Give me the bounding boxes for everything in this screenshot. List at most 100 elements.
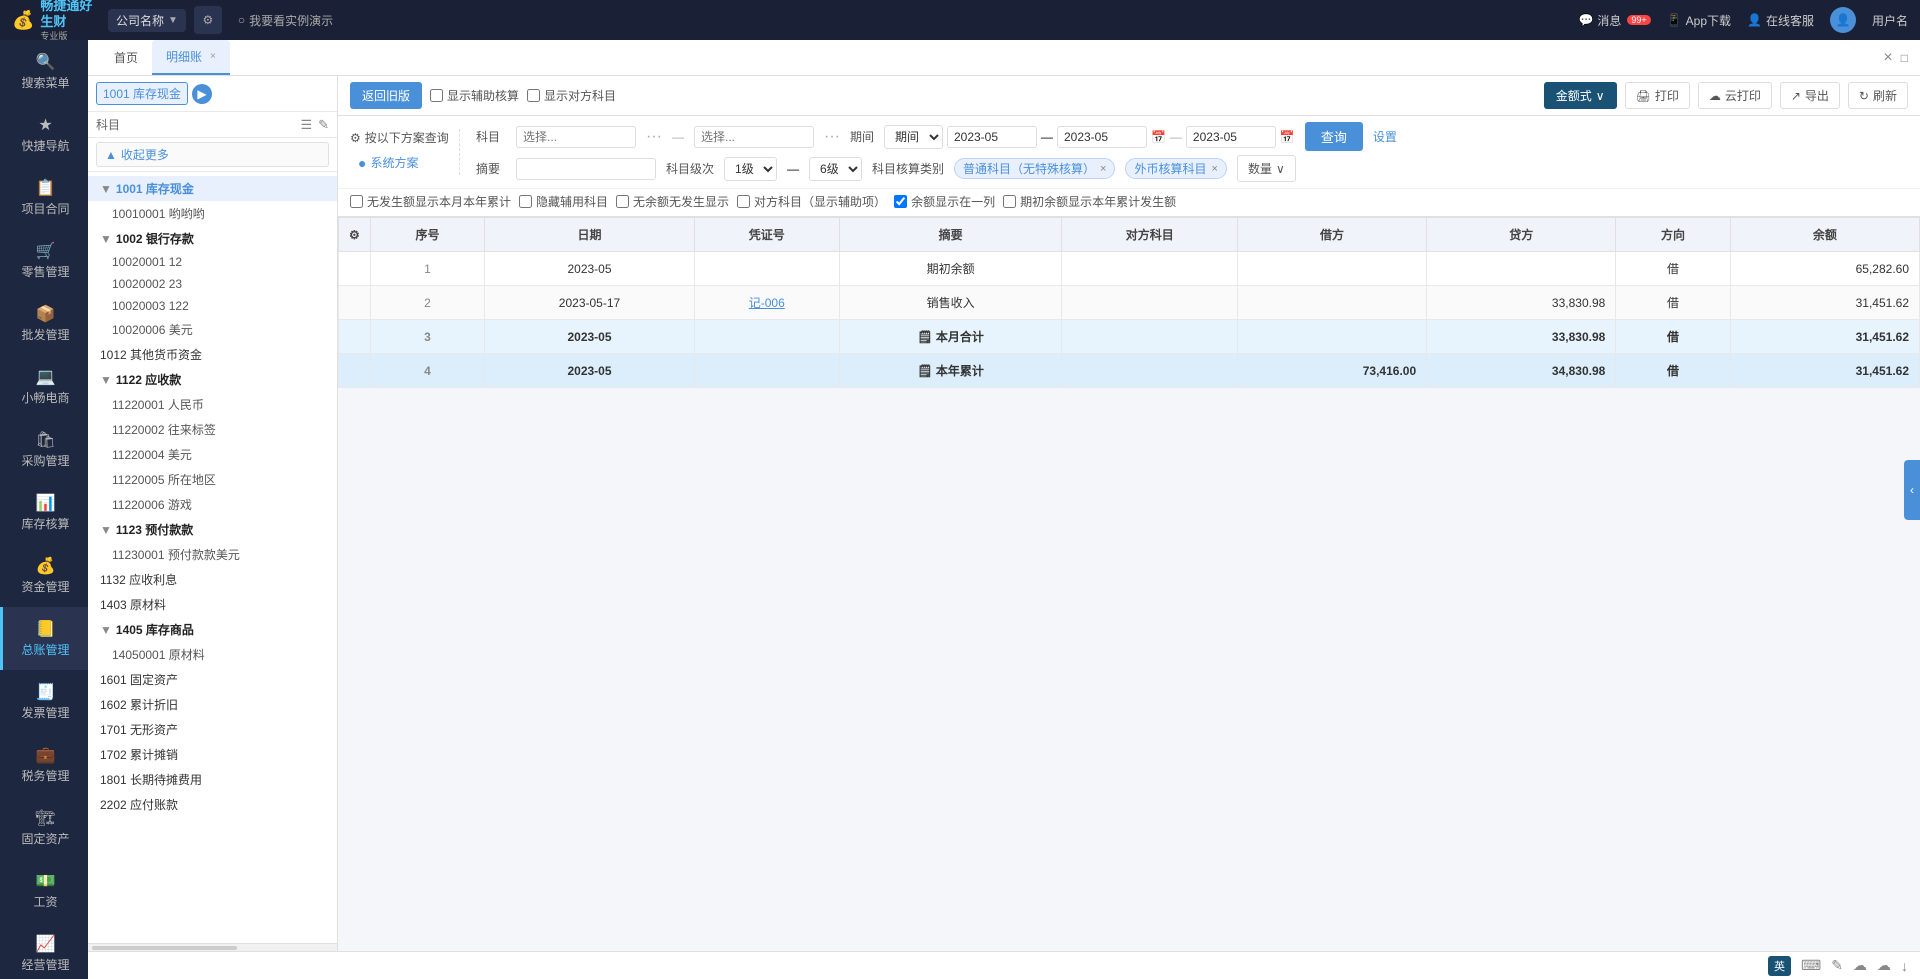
export-btn[interactable]: ↗ 导出 — [1780, 82, 1840, 109]
lang-btn[interactable]: 英 — [1768, 956, 1791, 976]
app-settings-btn[interactable]: ⚙ — [194, 6, 222, 34]
period-end-input[interactable] — [1057, 126, 1147, 148]
print-btn[interactable]: 🖨 打印 — [1625, 82, 1690, 109]
tab-home[interactable]: 首页 — [100, 41, 152, 74]
subject-dots[interactable]: ··· — [646, 128, 662, 146]
close-window-btn[interactable]: × — [1883, 49, 1892, 67]
period-start-input[interactable] — [947, 126, 1037, 148]
sidebar-item-ecommerce[interactable]: 💻 小畅电商 — [0, 355, 88, 418]
category-tag-2-close[interactable]: × — [1212, 163, 1218, 175]
amount-style-btn[interactable]: 金额式 ∨ — [1544, 82, 1617, 109]
tree-item-2202[interactable]: 2202 应付账款 — [88, 792, 337, 817]
subject-dots-2[interactable]: ··· — [824, 128, 840, 146]
tree-item-1602[interactable]: 1602 累计折旧 — [88, 692, 337, 717]
show-assist-checkbox[interactable]: 显示辅助核算 — [430, 87, 519, 104]
sidebar-item-tax[interactable]: 💼 税务管理 — [0, 733, 88, 796]
tree-item-1132[interactable]: 1132 应收利息 — [88, 567, 337, 592]
checkbox-counterpart[interactable]: 对方科目（显示辅助项） — [737, 193, 886, 210]
tree-item-10020003[interactable]: 10020003 122 — [88, 295, 337, 317]
sidebar-item-search[interactable]: 🔍 搜索菜单 — [0, 40, 88, 103]
sidebar-item-invoice[interactable]: 🧾 发票管理 — [0, 670, 88, 733]
tree-item-11220005[interactable]: 11220005 所在地区 — [88, 467, 337, 492]
tree-item-11220001[interactable]: 11220001 人民币 — [88, 392, 337, 417]
message-btn[interactable]: 💬 消息 99+ — [1578, 12, 1650, 29]
qty-btn[interactable]: 数量 ∨ — [1237, 155, 1296, 182]
checkbox-hide-assist[interactable]: 隐藏辅用科目 — [519, 193, 608, 210]
checkbox-period-open[interactable]: 期初余额显示本年累计发生额 — [1003, 193, 1176, 210]
tree-item-1801[interactable]: 1801 长期待摊费用 — [88, 767, 337, 792]
tab-detail-account[interactable]: 明细账 × — [152, 40, 230, 75]
sidebar-item-purchase[interactable]: 🛍 采购管理 — [0, 418, 88, 481]
tree-item-1002[interactable]: ▼1002 银行存款 — [88, 226, 337, 251]
tree-item-11230001[interactable]: 11230001 预付款款美元 — [88, 542, 337, 567]
account-tag[interactable]: 1001 库存现金 — [96, 82, 188, 105]
user-avatar[interactable]: 👤 — [1830, 7, 1856, 33]
subject-input[interactable] — [516, 126, 636, 148]
tree-item-10020002[interactable]: 10020002 23 — [88, 273, 337, 295]
tree-item-1012[interactable]: 1012 其他货币资金 — [88, 342, 337, 367]
tree-item-10020006[interactable]: 10020006 美元 — [88, 317, 337, 342]
collapse-btn[interactable]: ▲ 收起更多 — [96, 142, 329, 167]
checkbox-no-occur-input[interactable] — [350, 195, 363, 208]
filter-settings-link[interactable]: 设置 — [1373, 128, 1397, 145]
tree-item-1702[interactable]: 1702 累计摊销 — [88, 742, 337, 767]
online-service-btn[interactable]: 👤 在线客服 — [1747, 12, 1814, 29]
system-scheme-item[interactable]: ● 系统方案 — [350, 150, 449, 175]
calendar-icon-start[interactable]: 📅 — [1151, 130, 1166, 144]
tree-item-1122[interactable]: ▼1122 应收款 — [88, 367, 337, 392]
period-end-input-2[interactable] — [1186, 126, 1276, 148]
tree-item-1123[interactable]: ▼1123 预付款款 — [88, 517, 337, 542]
sidebar-item-inventory[interactable]: 📊 库存核算 — [0, 481, 88, 544]
tree-item-1403[interactable]: 1403 原材料 — [88, 592, 337, 617]
col-settings[interactable]: ⚙ — [339, 218, 371, 252]
tree-item-1405[interactable]: ▼1405 库存商品 — [88, 617, 337, 642]
checkbox-balance-col-input[interactable] — [894, 195, 907, 208]
edit-icon[interactable]: ✎ — [1831, 957, 1843, 974]
app-download-btn[interactable]: 📱 App下载 — [1667, 12, 1731, 29]
level-end-select[interactable]: 6级 — [809, 157, 862, 181]
level-start-select[interactable]: 1级 — [724, 157, 777, 181]
checkbox-balance-col[interactable]: 余额显示在一列 — [894, 193, 995, 210]
tree-item-1701[interactable]: 1701 无形资产 — [88, 717, 337, 742]
refresh-btn[interactable]: ↻ 刷新 — [1848, 82, 1908, 109]
maximize-window-btn[interactable]: □ — [1901, 51, 1908, 65]
cloud-icon-2[interactable]: ☁ — [1877, 957, 1891, 974]
show-assist-input[interactable] — [430, 89, 443, 102]
checkbox-no-balance-input[interactable] — [616, 195, 629, 208]
tree-item-11220004[interactable]: 11220004 美元 — [88, 442, 337, 467]
tree-item-10010001[interactable]: 10010001 哟哟哟 — [88, 201, 337, 226]
checkbox-hide-assist-input[interactable] — [519, 195, 532, 208]
row2-voucher[interactable]: 记-006 — [694, 286, 839, 320]
sidebar-item-wholesale[interactable]: 📦 批发管理 — [0, 292, 88, 355]
account-tree[interactable]: ▼1001 库存现金 10010001 哟哟哟 ▼1002 银行存款 10020… — [88, 172, 337, 943]
tree-item-1601[interactable]: 1601 固定资产 — [88, 667, 337, 692]
checkbox-no-occur[interactable]: 无发生额显示本月本年累计 — [350, 193, 511, 210]
query-btn[interactable]: 查询 — [1305, 122, 1363, 151]
checkbox-no-balance[interactable]: 无余额无发生显示 — [616, 193, 729, 210]
sidebar-item-operations[interactable]: 📈 经营管理 — [0, 922, 88, 979]
nav-forward-btn[interactable]: ▶ — [192, 84, 212, 104]
tree-item-10020001[interactable]: 10020001 12 — [88, 251, 337, 273]
cloud-icon-1[interactable]: ☁ — [1853, 957, 1867, 974]
period-type-select[interactable]: 期间 — [884, 125, 943, 149]
keyboard-icon[interactable]: ⌨ — [1801, 957, 1821, 974]
sidebar-item-salary[interactable]: 💵 工资 — [0, 859, 88, 922]
demo-link[interactable]: ○ 我要看实例演示 — [238, 12, 333, 29]
left-scroll-bar[interactable] — [88, 943, 337, 951]
cloud-print-btn[interactable]: ☁ 云打印 — [1698, 82, 1772, 109]
sidebar-item-retail[interactable]: 🛒 零售管理 — [0, 229, 88, 292]
tree-edit-icon[interactable]: ✎ — [318, 117, 329, 133]
tree-item-11220006[interactable]: 11220006 游戏 — [88, 492, 337, 517]
tree-item-1001[interactable]: ▼1001 库存现金 — [88, 176, 337, 201]
checkbox-period-open-input[interactable] — [1003, 195, 1016, 208]
return-old-version-btn[interactable]: 返回旧版 — [350, 82, 422, 109]
data-table-wrap[interactable]: ⚙ 序号 日期 凭证号 摘要 对方科目 借方 贷方 方向 余额 — [338, 217, 1920, 951]
tree-item-11220002[interactable]: 11220002 往来标签 — [88, 417, 337, 442]
company-selector[interactable]: 公司名称 ▼ — [108, 9, 186, 32]
category-tag-1-close[interactable]: × — [1100, 163, 1106, 175]
calendar-icon-end[interactable]: 📅 — [1280, 130, 1295, 144]
tree-list-icon[interactable]: ☰ — [300, 117, 312, 133]
summary-input[interactable] — [516, 158, 656, 180]
sidebar-item-ledger[interactable]: 📒 总账管理 — [0, 607, 88, 670]
tree-item-14050001[interactable]: 14050001 原材料 — [88, 642, 337, 667]
